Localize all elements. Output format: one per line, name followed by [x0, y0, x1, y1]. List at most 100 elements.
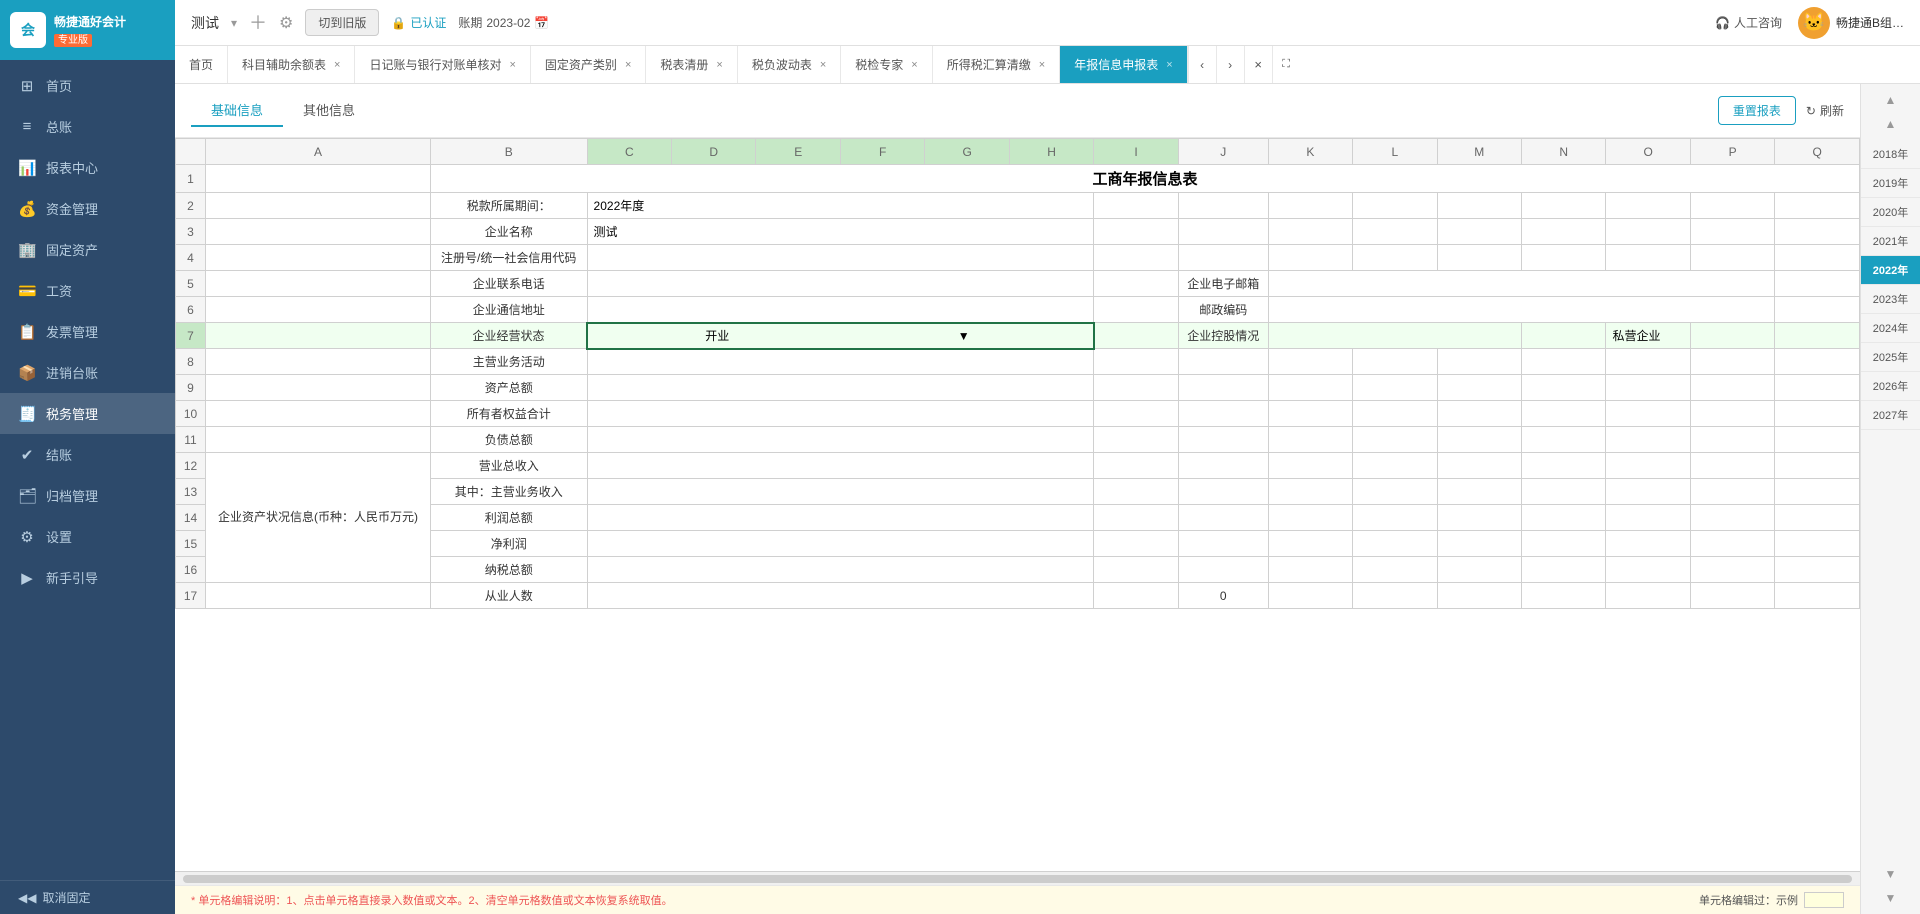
cell-1A[interactable] — [206, 165, 431, 193]
cell-16J[interactable] — [1178, 557, 1268, 583]
cell-14K[interactable] — [1268, 505, 1352, 531]
year-item-2018[interactable]: 2018年 — [1861, 140, 1920, 169]
cell-16L[interactable] — [1353, 557, 1437, 583]
year-item-2024[interactable]: 2024年 — [1861, 314, 1920, 343]
col-header-I[interactable]: I — [1094, 139, 1178, 165]
cell-4I[interactable] — [1094, 245, 1178, 271]
cell-13M[interactable] — [1437, 479, 1521, 505]
cell-9N[interactable] — [1522, 375, 1606, 401]
sidebar-item-guide[interactable]: ▶ 新手引导 — [0, 557, 175, 598]
cell-15Q[interactable] — [1775, 531, 1860, 557]
cell-17I[interactable] — [1094, 583, 1178, 609]
cell-13Q[interactable] — [1775, 479, 1860, 505]
reset-report-button[interactable]: 重置报表 — [1718, 96, 1796, 125]
cell-10K[interactable] — [1268, 401, 1352, 427]
tab-close-asset[interactable]: × — [625, 59, 631, 71]
cell-9L[interactable] — [1353, 375, 1437, 401]
cell-17L[interactable] — [1353, 583, 1437, 609]
tab-close-taxlist[interactable]: × — [716, 59, 722, 71]
cell-2N[interactable] — [1522, 193, 1606, 219]
cell-8K[interactable] — [1268, 349, 1352, 375]
cell-14I[interactable] — [1094, 505, 1178, 531]
cell-11N[interactable] — [1522, 427, 1606, 453]
cell-11A[interactable] — [206, 427, 431, 453]
cell-4K[interactable] — [1268, 245, 1352, 271]
cell-14C[interactable] — [587, 505, 1094, 531]
tab-tax-list[interactable]: 税表清册 × — [646, 46, 737, 83]
cell-13C[interactable] — [587, 479, 1094, 505]
col-header-L[interactable]: L — [1353, 139, 1437, 165]
col-header-K[interactable]: K — [1268, 139, 1352, 165]
col-header-A[interactable]: A — [206, 139, 431, 165]
cell-8L[interactable] — [1353, 349, 1437, 375]
cell-15K[interactable] — [1268, 531, 1352, 557]
tab-close-incometax[interactable]: × — [1039, 59, 1045, 71]
cell-14J[interactable] — [1178, 505, 1268, 531]
cell-13L[interactable] — [1353, 479, 1437, 505]
cell-7N[interactable] — [1522, 323, 1606, 349]
cell-8Q[interactable] — [1775, 349, 1860, 375]
cell-12L[interactable] — [1353, 453, 1437, 479]
tab-auxiliary-balance[interactable]: 科目辅助余额表 × — [228, 46, 355, 83]
cell-3A[interactable] — [206, 219, 431, 245]
cell-12J[interactable] — [1178, 453, 1268, 479]
cell-15I[interactable] — [1094, 531, 1178, 557]
cell-12K[interactable] — [1268, 453, 1352, 479]
tab-close-fluctuation[interactable]: × — [820, 59, 826, 71]
cell-9Q[interactable] — [1775, 375, 1860, 401]
cell-10O[interactable] — [1606, 401, 1690, 427]
cell-3C[interactable]: 测试 — [587, 219, 1094, 245]
tab-next-button[interactable]: › — [1216, 46, 1244, 83]
sidebar-item-salary[interactable]: 💳 工资 — [0, 270, 175, 311]
cell-9M[interactable] — [1437, 375, 1521, 401]
cell-5K[interactable] — [1268, 271, 1775, 297]
col-header-J[interactable]: J — [1178, 139, 1268, 165]
year-item-2022[interactable]: 2022年 — [1861, 256, 1920, 285]
tab-close-all-button[interactable]: × — [1244, 46, 1272, 83]
cell-16C[interactable] — [587, 557, 1094, 583]
subtab-other[interactable]: 其他信息 — [283, 94, 375, 127]
topbar-settings-button[interactable]: ⚙ — [279, 13, 293, 33]
sidebar-item-assets[interactable]: 🏢 固定资产 — [0, 229, 175, 270]
col-header-F[interactable]: F — [840, 139, 924, 165]
cell-17J[interactable]: 0 — [1178, 583, 1268, 609]
tab-home[interactable]: 首页 — [175, 46, 228, 83]
cell-4O[interactable] — [1606, 245, 1690, 271]
cell-13P[interactable] — [1690, 479, 1774, 505]
cell-14N[interactable] — [1522, 505, 1606, 531]
sidebar-item-archive[interactable]: 🗂 归档管理 — [0, 475, 175, 516]
tab-prev-button[interactable]: ‹ — [1188, 46, 1216, 83]
cell-3M[interactable] — [1437, 219, 1521, 245]
cell-3I[interactable] — [1094, 219, 1178, 245]
cell-15N[interactable] — [1522, 531, 1606, 557]
col-header-B[interactable]: B — [430, 139, 587, 165]
cell-11J[interactable] — [1178, 427, 1268, 453]
cell-11Q[interactable] — [1775, 427, 1860, 453]
cell-12I[interactable] — [1094, 453, 1178, 479]
tab-close-annual[interactable]: × — [1166, 59, 1172, 71]
cell-4M[interactable] — [1437, 245, 1521, 271]
cell-4A[interactable] — [206, 245, 431, 271]
cell-6I[interactable] — [1094, 297, 1178, 323]
tab-income-tax[interactable]: 所得税汇算清缴 × — [933, 46, 1060, 83]
cell-17C[interactable] — [587, 583, 1094, 609]
cell-3N[interactable] — [1522, 219, 1606, 245]
cell-13I[interactable] — [1094, 479, 1178, 505]
cell-15C[interactable] — [587, 531, 1094, 557]
year-scroll-down-button[interactable]: ▼ — [1861, 862, 1920, 886]
cell-7C-dropdown[interactable]: 开业 ▼ — [587, 323, 1094, 349]
cell-16K[interactable] — [1268, 557, 1352, 583]
cell-16P[interactable] — [1690, 557, 1774, 583]
cell-2O[interactable] — [1606, 193, 1690, 219]
cell-13K[interactable] — [1268, 479, 1352, 505]
cell-11K[interactable] — [1268, 427, 1352, 453]
tab-close-bank[interactable]: × — [509, 59, 515, 71]
tab-fixed-asset-category[interactable]: 固定资产类别 × — [531, 46, 646, 83]
tab-tax-inspection[interactable]: 税检专家 × — [841, 46, 932, 83]
user-menu[interactable]: 🐱 畅捷通B组… — [1798, 7, 1904, 39]
sidebar-pin-button[interactable]: ◀◀ 取消固定 — [0, 880, 175, 914]
cell-11C[interactable] — [587, 427, 1094, 453]
spreadsheet-scroll[interactable]: A B C D E F G H I J K L — [175, 138, 1860, 871]
cell-7K[interactable] — [1268, 323, 1521, 349]
cell-2C[interactable]: 2022年度 — [587, 193, 1094, 219]
